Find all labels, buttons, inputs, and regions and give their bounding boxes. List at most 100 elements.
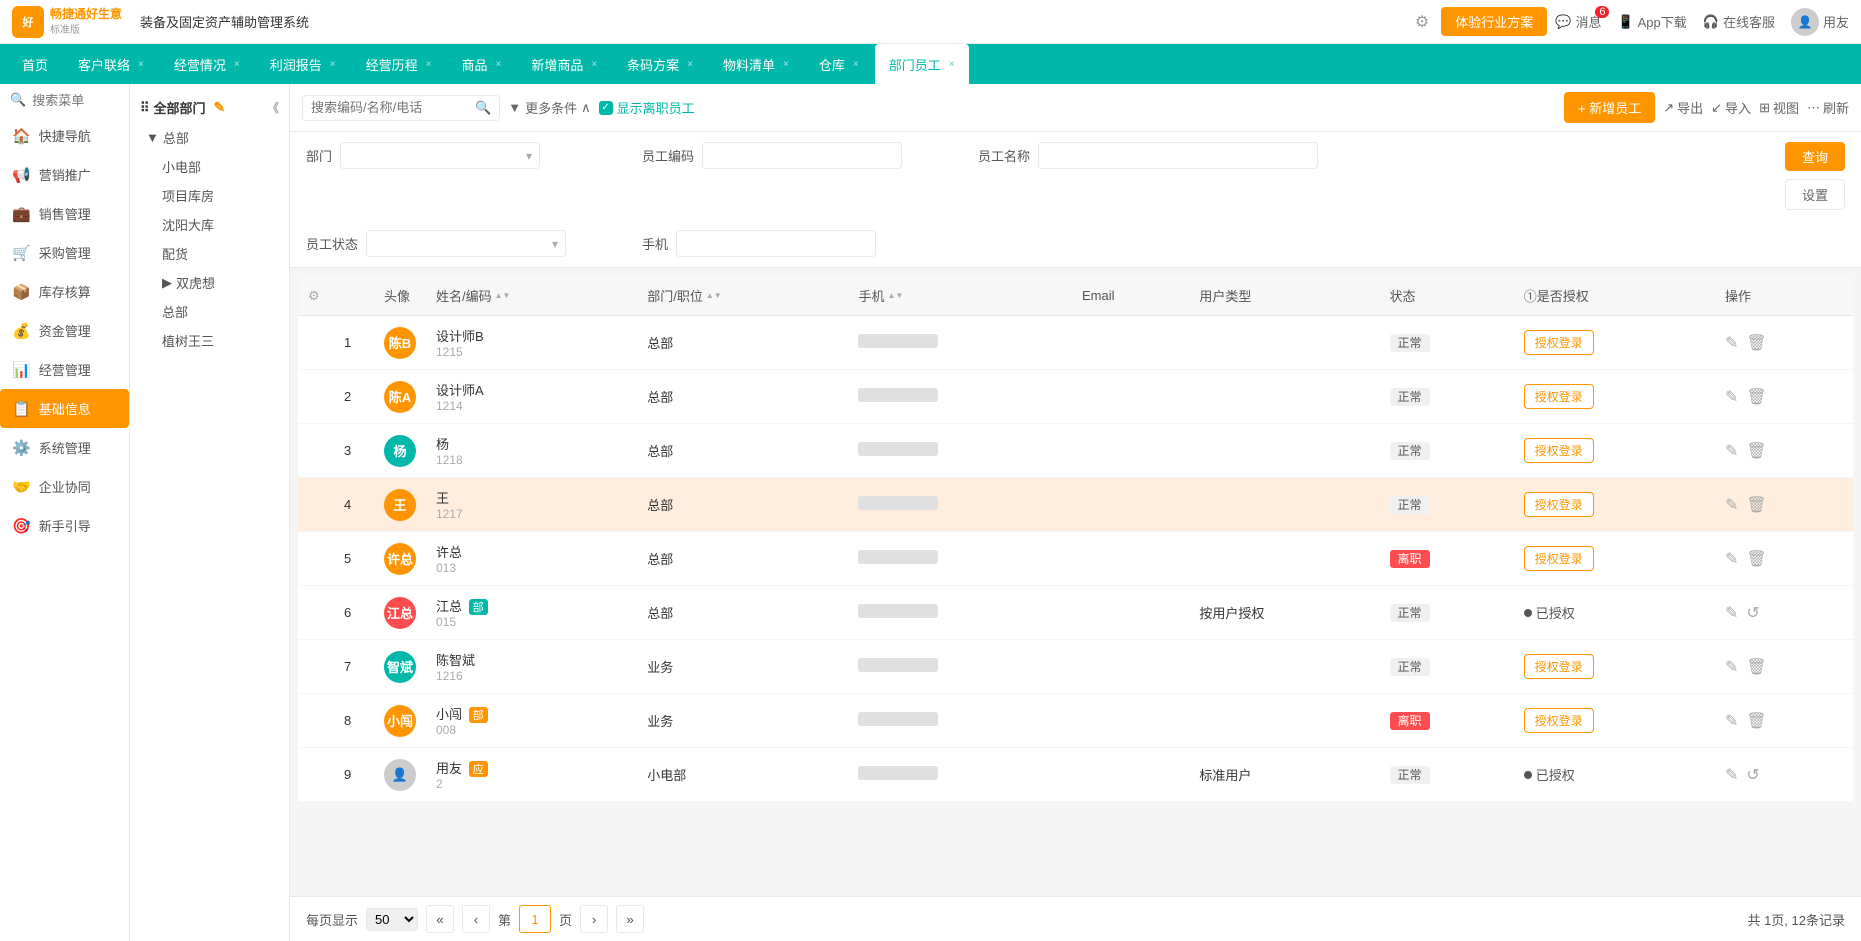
dept-select[interactable]: [340, 142, 540, 169]
show-resigned-toggle[interactable]: ✓ 显示离职员工: [599, 98, 695, 117]
edit-btn-2[interactable]: ✎: [1725, 387, 1738, 407]
dept-edit-icon[interactable]: ✎: [214, 99, 226, 116]
emp-name-input[interactable]: [1038, 142, 1318, 169]
delete-btn-2[interactable]: 🗑: [1746, 387, 1766, 407]
search-menu-input[interactable]: [32, 93, 130, 108]
filter-more-btn[interactable]: ▼ 更多条件 ∧: [508, 98, 590, 117]
nav-customer-close[interactable]: ×: [138, 59, 144, 70]
sidebar-item-finance[interactable]: 💰 资金管理: [0, 311, 129, 350]
delete-btn-7[interactable]: 🗑: [1746, 657, 1766, 677]
nav-warehouse-close[interactable]: ×: [853, 59, 859, 70]
nav-item-operation[interactable]: 经营情况 ×: [160, 44, 254, 84]
nav-item-history[interactable]: 经营历程 ×: [352, 44, 446, 84]
prev-page-btn[interactable]: ‹: [462, 905, 490, 933]
edit-btn-5[interactable]: ✎: [1725, 549, 1738, 569]
dept-node-shuanghu[interactable]: ▶ 双虎想: [154, 268, 289, 297]
edit-btn-4[interactable]: ✎: [1725, 495, 1738, 515]
current-page-input[interactable]: [519, 905, 551, 933]
nav-item-new-goods[interactable]: 新增商品 ×: [517, 44, 611, 84]
status-select[interactable]: [366, 230, 566, 257]
auth-btn-4[interactable]: 授权登录: [1524, 492, 1594, 517]
nav-item-customer[interactable]: 客户联络 ×: [64, 44, 158, 84]
th-name-sort[interactable]: 姓名/编码 ▲▼: [436, 286, 510, 305]
delete-btn-6[interactable]: ↺: [1746, 603, 1759, 623]
trial-button[interactable]: 体验行业方案: [1441, 7, 1547, 36]
nav-goods-close[interactable]: ×: [495, 59, 501, 70]
nav-item-warehouse[interactable]: 仓库 ×: [805, 44, 873, 84]
nav-item-dept[interactable]: 部门员工 ×: [875, 44, 969, 84]
nav-item-material[interactable]: 物料清单 ×: [709, 44, 803, 84]
user-btn[interactable]: 👤 用友: [1791, 8, 1849, 36]
sidebar-item-nav[interactable]: 🏠 快捷导航: [0, 116, 129, 155]
edit-btn-3[interactable]: ✎: [1725, 441, 1738, 461]
nav-dept-close[interactable]: ×: [949, 59, 955, 70]
auth-btn-3[interactable]: 授权登录: [1524, 438, 1594, 463]
sidebar-item-collab[interactable]: 🤝 企业协同: [0, 467, 129, 506]
app-download-btn[interactable]: 📱 App下载: [1617, 12, 1686, 31]
edit-btn-1[interactable]: ✎: [1725, 333, 1738, 353]
next-page-btn[interactable]: ›: [580, 905, 608, 933]
auth-btn-8[interactable]: 授权登录: [1524, 708, 1594, 733]
edit-btn-7[interactable]: ✎: [1725, 657, 1738, 677]
message-btn[interactable]: 💬 消息 6: [1555, 12, 1601, 31]
delete-btn-9[interactable]: ↺: [1746, 765, 1759, 785]
settings-icon[interactable]: ⚙: [1415, 12, 1429, 32]
th-phone[interactable]: 手机 ▲▼: [848, 276, 1072, 316]
add-employee-btn[interactable]: + 新增员工: [1564, 92, 1655, 123]
sidebar-item-system[interactable]: ⚙️ 系统管理: [0, 428, 129, 467]
online-service-btn[interactable]: 🎧 在线客服: [1703, 12, 1775, 31]
delete-btn-5[interactable]: 🗑: [1746, 549, 1766, 569]
th-dept[interactable]: 部门/职位 ▲▼: [637, 276, 848, 316]
last-page-btn[interactable]: »: [616, 905, 644, 933]
nav-barcode-close[interactable]: ×: [687, 59, 693, 70]
auth-btn-1[interactable]: 授权登录: [1524, 330, 1594, 355]
nav-operation-close[interactable]: ×: [234, 59, 240, 70]
sidebar-item-purchase[interactable]: 🛒 采购管理: [0, 233, 129, 272]
nav-item-home[interactable]: 首页: [8, 44, 62, 84]
col-settings-icon[interactable]: ⚙: [308, 288, 320, 303]
nav-new-goods-close[interactable]: ×: [591, 59, 597, 70]
nav-item-goods[interactable]: 商品 ×: [447, 44, 515, 84]
dept-node-xiaodian[interactable]: 小电部: [154, 152, 289, 181]
nav-item-barcode[interactable]: 条码方案 ×: [613, 44, 707, 84]
sidebar-item-inventory[interactable]: 📦 库存核算: [0, 272, 129, 311]
phone-input[interactable]: [676, 230, 876, 257]
first-page-btn[interactable]: «: [426, 905, 454, 933]
auth-btn-5[interactable]: 授权登录: [1524, 546, 1594, 571]
import-btn[interactable]: ↙ 导入: [1711, 98, 1751, 117]
edit-btn-9[interactable]: ✎: [1725, 765, 1738, 785]
dept-node-peihu[interactable]: 配货: [154, 239, 289, 268]
delete-btn-4[interactable]: 🗑: [1746, 495, 1766, 515]
export-btn[interactable]: ↗ 导出: [1663, 98, 1703, 117]
auth-btn-7[interactable]: 授权登录: [1524, 654, 1594, 679]
edit-btn-6[interactable]: ✎: [1725, 603, 1738, 623]
emp-code-input[interactable]: [702, 142, 902, 169]
sidebar-item-operations[interactable]: 📊 经营管理: [0, 350, 129, 389]
sidebar-item-basic[interactable]: 📋 基础信息: [0, 389, 129, 428]
nav-history-close[interactable]: ×: [426, 59, 432, 70]
delete-btn-8[interactable]: 🗑: [1746, 711, 1766, 731]
sidebar-item-sales[interactable]: 💼 销售管理: [0, 194, 129, 233]
th-name[interactable]: 姓名/编码 ▲▼: [426, 276, 637, 316]
auth-btn-2[interactable]: 授权登录: [1524, 384, 1594, 409]
dept-node-shenyang[interactable]: 沈阳大库: [154, 210, 289, 239]
dept-node-zhishu[interactable]: 植树王三: [154, 326, 289, 355]
dept-node-headquarters[interactable]: ▼ 总部: [138, 123, 289, 152]
delete-btn-3[interactable]: 🗑: [1746, 441, 1766, 461]
resigned-checkbox[interactable]: ✓: [599, 101, 613, 115]
search-icon[interactable]: 🔍: [475, 100, 491, 116]
sidebar-item-marketing[interactable]: 📢 营销推广: [0, 155, 129, 194]
query-btn[interactable]: 查询: [1785, 142, 1845, 171]
dept-node-project[interactable]: 项目库房: [154, 181, 289, 210]
nav-profit-close[interactable]: ×: [330, 59, 336, 70]
dept-node-zongbu[interactable]: 总部: [154, 297, 289, 326]
nav-material-close[interactable]: ×: [783, 59, 789, 70]
search-menu-item[interactable]: 🔍: [0, 84, 129, 116]
view-btn[interactable]: ⊞ 视图: [1759, 98, 1799, 117]
dept-collapse-btn[interactable]: 《: [267, 99, 279, 116]
search-input[interactable]: [311, 100, 471, 115]
nav-item-profit[interactable]: 利润报告 ×: [256, 44, 350, 84]
th-dept-sort[interactable]: 部门/职位 ▲▼: [647, 286, 721, 305]
sidebar-item-guide[interactable]: 🎯 新手引导: [0, 506, 129, 545]
page-size-select[interactable]: 50 100: [366, 908, 418, 931]
